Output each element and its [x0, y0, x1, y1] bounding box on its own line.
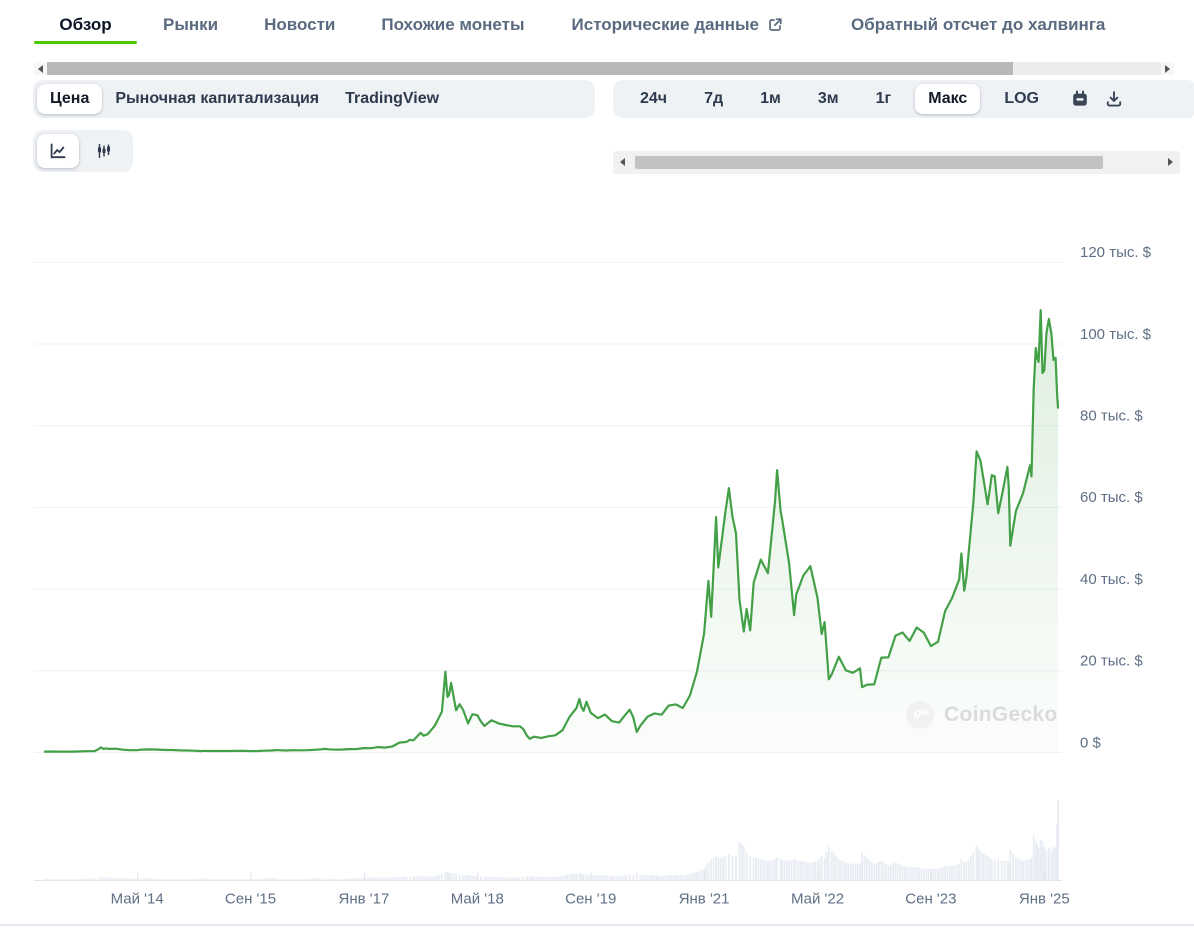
svg-text:Май '14: Май '14: [111, 890, 164, 907]
svg-text:80 тыс. $: 80 тыс. $: [1080, 407, 1143, 424]
section-divider: [0, 924, 1194, 926]
svg-text:Май '18: Май '18: [451, 890, 504, 907]
svg-text:Янв '25: Янв '25: [1019, 890, 1070, 907]
y-axis-labels: 0 $ 20 тыс. $ 40 тыс. $ 60 тыс. $ 80 тыс. $ 1…: [1080, 244, 1152, 751]
coin-overview-page: Обзор Рынки Новости Похожие монеты Истор…: [0, 0, 1194, 930]
svg-text:40 тыс. $: 40 тыс. $: [1080, 571, 1143, 588]
svg-text:120 тыс. $: 120 тыс. $: [1080, 244, 1152, 261]
x-axis-labels: Май '14 Сен '15 Янв '17 Май '18 Сен '19 Янв '…: [111, 890, 1070, 907]
svg-text:100 тыс. $: 100 тыс. $: [1080, 326, 1152, 343]
svg-text:Сен '19: Сен '19: [565, 890, 616, 907]
price-chart[interactable]: 0 $ 20 тыс. $ 40 тыс. $ 60 тыс. $ 80 тыс. $ 1…: [0, 0, 1194, 930]
price-area-fill: [45, 310, 1058, 752]
svg-text:60 тыс. $: 60 тыс. $: [1080, 489, 1143, 506]
svg-text:Сен '23: Сен '23: [905, 890, 956, 907]
svg-text:Сен '15: Сен '15: [225, 890, 276, 907]
svg-text:20 тыс. $: 20 тыс. $: [1080, 653, 1143, 670]
svg-text:Янв '17: Янв '17: [339, 890, 390, 907]
svg-text:Янв '21: Янв '21: [679, 890, 730, 907]
volume-bars: [44, 800, 1059, 880]
svg-text:0 $: 0 $: [1080, 734, 1102, 751]
svg-text:Май '22: Май '22: [791, 890, 844, 907]
